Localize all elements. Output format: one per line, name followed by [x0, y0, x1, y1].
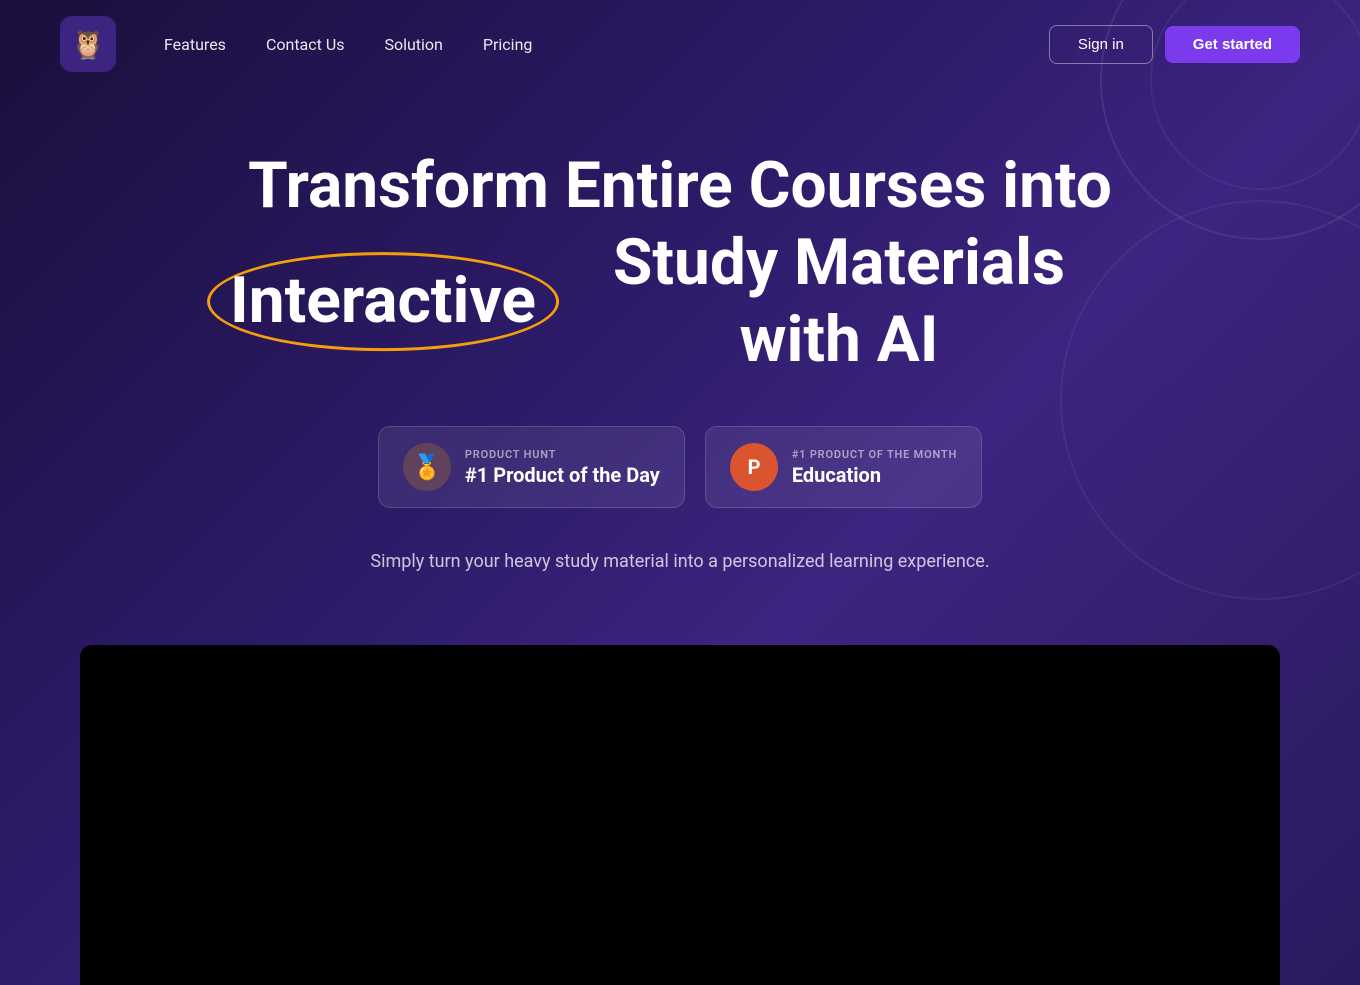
video-container	[80, 645, 1280, 985]
get-started-button[interactable]: Get started	[1165, 26, 1300, 63]
badge-value-ph: #1 Product of the Day	[465, 463, 660, 487]
nav-item-contact[interactable]: Contact Us	[266, 35, 345, 54]
badge-label-ph: PRODUCT HUNT	[465, 448, 660, 461]
badge-icon-award: 🏅	[403, 443, 451, 491]
badge-card-product-hunt: 🏅 PRODUCT HUNT #1 Product of the Day	[378, 426, 685, 508]
badge-label-month: #1 PRODUCT OF THE MONTH	[792, 448, 957, 461]
ph-letter: P	[748, 455, 760, 479]
hero-title-line1: Transform Entire Courses into	[248, 148, 1112, 223]
award-icon: 🏅	[412, 453, 442, 481]
hero-section: Transform Entire Courses into Interactiv…	[0, 88, 1360, 615]
hero-title: Transform Entire Courses into Interactiv…	[230, 148, 1130, 378]
nav-link-solution[interactable]: Solution	[384, 35, 442, 54]
logo-emoji: 🦉	[71, 28, 106, 61]
navbar-right: Sign in Get started	[1049, 25, 1300, 64]
highlight-word: Interactive	[230, 263, 536, 340]
badge-text-product-hunt: PRODUCT HUNT #1 Product of the Day	[465, 448, 660, 487]
badges-row: 🏅 PRODUCT HUNT #1 Product of the Day P #…	[378, 426, 982, 508]
navbar-left: 🦉 Features Contact Us Solution Pricing	[60, 16, 532, 72]
nav-links: Features Contact Us Solution Pricing	[164, 35, 532, 54]
badge-icon-ph: P	[730, 443, 778, 491]
highlight-word-text: Interactive	[230, 263, 536, 338]
signin-button[interactable]: Sign in	[1049, 25, 1153, 64]
nav-item-features[interactable]: Features	[164, 35, 226, 54]
badge-card-product-month: P #1 PRODUCT OF THE MONTH Education	[705, 426, 982, 508]
hero-title-line2: Interactive Study Materials with AI	[230, 225, 1130, 379]
hero-title-rest: Study Materials with AI	[548, 225, 1130, 379]
badge-text-product-month: #1 PRODUCT OF THE MONTH Education	[792, 448, 957, 487]
hero-subtitle: Simply turn your heavy study material in…	[370, 548, 989, 575]
nav-link-pricing[interactable]: Pricing	[483, 35, 533, 54]
nav-item-solution[interactable]: Solution	[384, 35, 442, 54]
nav-link-features[interactable]: Features	[164, 35, 226, 54]
logo-icon: 🦉	[60, 16, 116, 72]
nav-link-contact[interactable]: Contact Us	[266, 35, 345, 54]
badge-value-month: Education	[792, 463, 957, 487]
nav-item-pricing[interactable]: Pricing	[483, 35, 533, 54]
navbar: 🦉 Features Contact Us Solution Pricing S…	[0, 0, 1360, 88]
logo[interactable]: 🦉	[60, 16, 116, 72]
